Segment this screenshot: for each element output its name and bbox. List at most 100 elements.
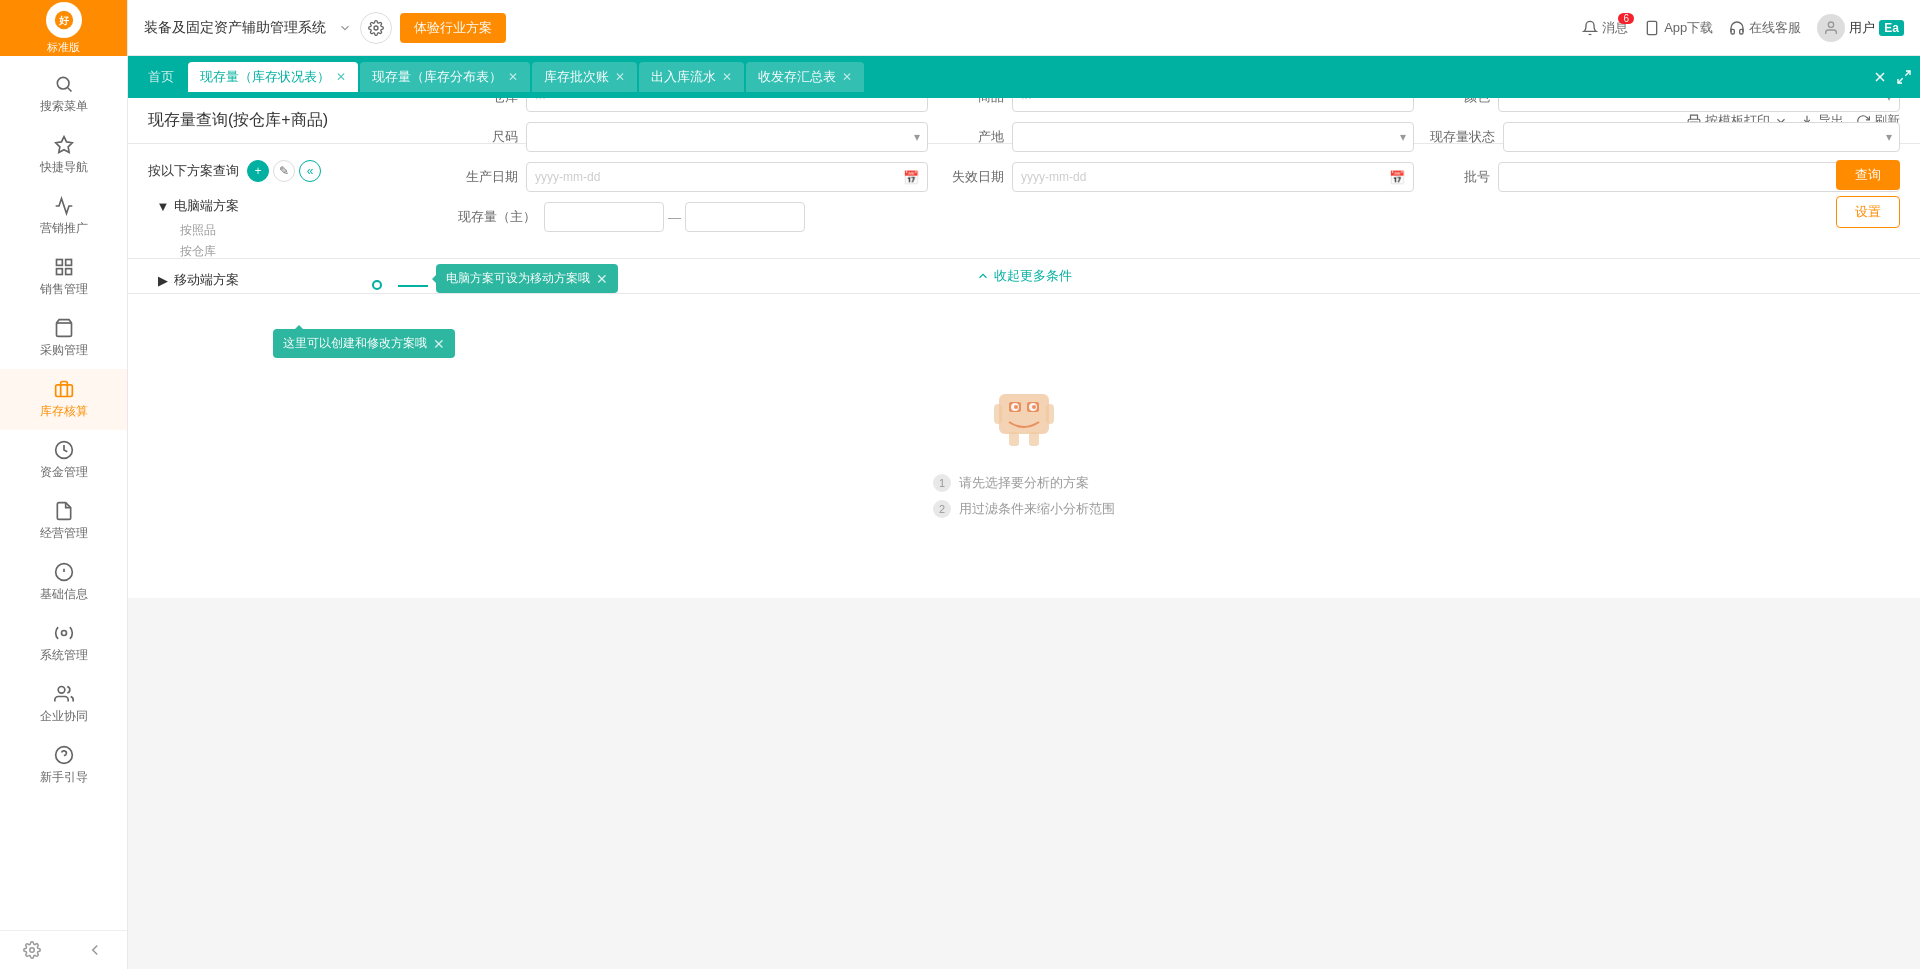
tab-receipt-summary-close[interactable]: ✕ xyxy=(842,70,852,84)
tab-close-all-icon[interactable] xyxy=(1872,69,1888,85)
collapse-sidebar-button[interactable] xyxy=(86,941,104,959)
filter-product: 商品 ··· xyxy=(944,98,1414,112)
search-button[interactable]: 查询 xyxy=(1836,160,1900,190)
expiry-date-calendar-icon: 📅 xyxy=(1389,170,1405,185)
batch-label: 批号 xyxy=(1430,168,1490,186)
filter-color: 颜色 xyxy=(1430,98,1900,112)
stock-status-select[interactable] xyxy=(1503,122,1900,152)
svg-marker-4 xyxy=(55,137,72,153)
filter-warehouse: 仓库 ··· xyxy=(458,98,928,112)
sidebar-item-quick-nav[interactable]: 快捷导航 xyxy=(0,125,127,186)
production-date-input[interactable]: yyyy-mm-dd 📅 xyxy=(526,162,928,192)
filter-fields-container: 仓库 ··· 商品 ··· 颜色 xyxy=(458,98,1900,232)
empty-hints: 1 请先选择要分析的方案 2 用过滤条件来缩小分析范围 xyxy=(933,474,1115,518)
tab-home[interactable]: 首页 xyxy=(136,62,186,92)
svg-point-15 xyxy=(61,631,66,636)
product-dots: ··· xyxy=(1021,98,1032,105)
system-title-dropdown[interactable]: 装备及固定资产辅助管理系统 xyxy=(144,19,352,37)
collapse-arrow-icon: ▶ xyxy=(156,273,170,287)
sidebar-item-enterprise[interactable]: 企业协同 xyxy=(0,674,127,735)
product-label: 商品 xyxy=(944,98,1004,106)
svg-point-19 xyxy=(30,948,35,953)
tab-inventory-status[interactable]: 现存量（库存状况表） ✕ xyxy=(188,62,358,92)
filter-size: 尺码 xyxy=(458,122,928,152)
filter-origin: 产地 xyxy=(944,122,1414,152)
origin-label: 产地 xyxy=(944,128,1004,146)
filter-section: 按以下方案查询 + ✎ « ▼ 电脑端方案 按照品 按仓库 ▶ xyxy=(128,144,1920,259)
scheme-tooltip-close[interactable]: ✕ xyxy=(596,271,608,287)
origin-select[interactable] xyxy=(1012,122,1414,152)
filter-row-3: 生产日期 yyyy-mm-dd 📅 失效日期 yyyy-mm-dd 📅 xyxy=(458,162,1900,192)
stock-status-label: 现存量状态 xyxy=(1430,128,1495,146)
sidebar-item-basic[interactable]: 基础信息 xyxy=(0,552,127,613)
warehouse-dots: ··· xyxy=(535,98,546,105)
tab-inventory-status-close[interactable]: ✕ xyxy=(336,70,346,84)
tab-inventory-dist[interactable]: 现存量（库存分布表） ✕ xyxy=(360,62,530,92)
stock-qty-from[interactable] xyxy=(544,202,664,232)
sidebar-item-purchase[interactable]: 采购管理 xyxy=(0,308,127,369)
back-scheme-button[interactable]: « xyxy=(299,160,321,182)
notification-badge[interactable]: 消息 6 xyxy=(1582,19,1628,37)
scheme-sub-item-2[interactable]: 按仓库 xyxy=(180,241,1900,262)
tab-batch-account-close[interactable]: ✕ xyxy=(615,70,625,84)
add-scheme-button[interactable]: + xyxy=(247,160,269,182)
tab-inventory-dist-close[interactable]: ✕ xyxy=(508,70,518,84)
tab-batch-account[interactable]: 库存批次账 ✕ xyxy=(532,62,637,92)
sidebar-item-search-label: 搜索菜单 xyxy=(40,98,88,115)
sidebar-logo: 好 标准版 xyxy=(0,0,127,56)
svg-point-39 xyxy=(1014,405,1018,409)
scheme-mobile-item[interactable]: ▶ 移动端方案 xyxy=(156,268,1900,292)
scheme-tooltip-bubble: 电脑方案可设为移动方案哦 ✕ xyxy=(436,264,618,293)
sidebar-item-marketing[interactable]: 营销推广 xyxy=(0,186,127,247)
stock-qty-range: — xyxy=(544,202,805,232)
ea-badge: Ea xyxy=(1879,20,1904,36)
svg-rect-6 xyxy=(65,260,71,266)
sidebar-item-basic-label: 基础信息 xyxy=(40,586,88,603)
create-tooltip-close[interactable]: ✕ xyxy=(433,336,445,352)
user-action[interactable]: 用户 Ea xyxy=(1817,14,1904,42)
settings-gear-button[interactable] xyxy=(360,12,392,44)
filter-stock-qty: 现存量（主） — xyxy=(458,202,805,232)
tab-home-label: 首页 xyxy=(148,68,174,86)
sidebar-item-sales[interactable]: 销售管理 xyxy=(0,247,127,308)
scheme-tooltip-text: 电脑方案可设为移动方案哦 xyxy=(446,270,590,287)
product-input[interactable]: ··· xyxy=(1012,98,1414,112)
filter-row-4: 现存量（主） — xyxy=(458,202,1900,232)
svg-point-23 xyxy=(1829,22,1834,27)
sidebar-item-search[interactable]: 搜索菜单 xyxy=(0,64,127,125)
tab-receipt-summary-label: 收发存汇总表 xyxy=(758,68,836,86)
tab-inventory-dist-label: 现存量（库存分布表） xyxy=(372,68,502,86)
expiry-date-input[interactable]: yyyy-mm-dd 📅 xyxy=(1012,162,1414,192)
sidebar-item-system[interactable]: 系统管理 xyxy=(0,613,127,674)
sidebar-item-operations[interactable]: 经营管理 xyxy=(0,491,127,552)
tab-expand-icon[interactable] xyxy=(1896,69,1912,85)
tab-receipt-summary[interactable]: 收发存汇总表 ✕ xyxy=(746,62,864,92)
reset-button[interactable]: 设置 xyxy=(1836,196,1900,228)
sidebar-item-guide[interactable]: 新手引导 xyxy=(0,735,127,796)
sidebar-item-inventory-label: 库存核算 xyxy=(40,403,88,420)
size-select[interactable] xyxy=(526,122,928,152)
stock-qty-to[interactable] xyxy=(685,202,805,232)
app-download-action[interactable]: App下载 xyxy=(1644,19,1713,37)
sidebar-item-enterprise-label: 企业协同 xyxy=(40,708,88,725)
stock-status-select-wrapper xyxy=(1503,122,1900,152)
sidebar-item-inventory[interactable]: 库存核算 xyxy=(0,369,127,430)
svg-rect-7 xyxy=(65,269,71,275)
svg-rect-33 xyxy=(994,404,1002,424)
expiry-date-label: 失效日期 xyxy=(944,168,1004,186)
filter-row-1: 仓库 ··· 商品 ··· 颜色 xyxy=(458,98,1900,112)
empty-illustration xyxy=(974,374,1074,454)
tab-in-out-flow[interactable]: 出入库流水 ✕ xyxy=(639,62,744,92)
svg-rect-36 xyxy=(1029,432,1039,446)
size-select-wrapper xyxy=(526,122,928,152)
experience-button[interactable]: 体验行业方案 xyxy=(400,13,506,43)
settings-button[interactable] xyxy=(23,941,41,959)
color-select[interactable] xyxy=(1498,98,1900,112)
sidebar-item-finance[interactable]: 资金管理 xyxy=(0,430,127,491)
tab-in-out-flow-close[interactable]: ✕ xyxy=(722,70,732,84)
warehouse-input[interactable]: ··· xyxy=(526,98,928,112)
bell-icon xyxy=(1582,20,1598,36)
edit-scheme-button[interactable]: ✎ xyxy=(273,160,295,182)
scheme-desktop-label: 电脑端方案 xyxy=(174,197,239,215)
online-service-action[interactable]: 在线客服 xyxy=(1729,19,1801,37)
